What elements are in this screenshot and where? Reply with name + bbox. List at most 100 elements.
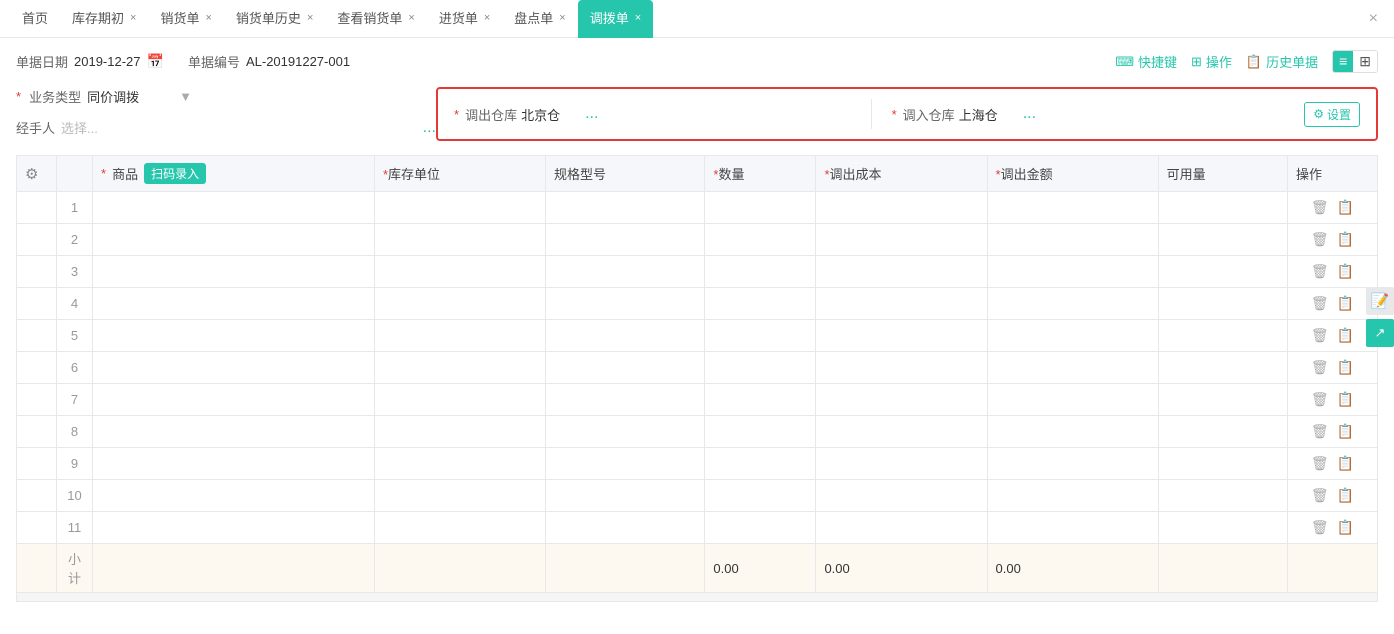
delete-row-7-button[interactable]: 🗑	[1311, 391, 1329, 408]
row-cost-11[interactable]	[816, 512, 987, 544]
copy-row-3-button[interactable]: 📋	[1337, 263, 1354, 280]
row-quantity-10[interactable]	[705, 480, 816, 512]
copy-row-7-button[interactable]: 📋	[1337, 391, 1354, 408]
operate-action[interactable]: ⊞ 操作	[1191, 52, 1232, 71]
row-amount-1[interactable]	[987, 192, 1158, 224]
row-cost-1[interactable]	[816, 192, 987, 224]
row-product-4[interactable]	[93, 288, 375, 320]
row-unit-6[interactable]	[374, 352, 545, 384]
tab-close-sales-history[interactable]: ×	[307, 12, 313, 24]
tab-inventory-count[interactable]: 盘点单 ×	[502, 0, 577, 38]
delete-row-9-button[interactable]: 🗑	[1311, 455, 1329, 472]
business-type-dropdown-icon[interactable]: ▼	[179, 89, 192, 104]
tab-purchase[interactable]: 进货单 ×	[427, 0, 502, 38]
row-amount-10[interactable]	[987, 480, 1158, 512]
tab-close-transfer[interactable]: ×	[635, 12, 641, 24]
copy-row-11-button[interactable]: 📋	[1337, 519, 1354, 536]
delete-row-4-button[interactable]: 🗑	[1311, 295, 1329, 312]
row-spec-3[interactable]	[546, 256, 705, 288]
row-quantity-4[interactable]	[705, 288, 816, 320]
row-spec-5[interactable]	[546, 320, 705, 352]
row-spec-1[interactable]	[546, 192, 705, 224]
tab-close-inventory-init[interactable]: ×	[130, 12, 136, 24]
copy-row-10-button[interactable]: 📋	[1337, 487, 1354, 504]
row-amount-8[interactable]	[987, 416, 1158, 448]
row-quantity-1[interactable]	[705, 192, 816, 224]
row-amount-7[interactable]	[987, 384, 1158, 416]
tab-home[interactable]: 首页	[10, 0, 60, 38]
delete-row-10-button[interactable]: 🗑	[1311, 487, 1329, 504]
tab-sales-order[interactable]: 销货单 ×	[148, 0, 223, 38]
delete-row-8-button[interactable]: 🗑	[1311, 423, 1329, 440]
row-quantity-5[interactable]	[705, 320, 816, 352]
copy-row-2-button[interactable]: 📋	[1337, 231, 1354, 248]
handler-more-icon[interactable]: ...	[423, 119, 436, 137]
list-view-button[interactable]: ≡	[1333, 51, 1353, 72]
settings-button[interactable]: ⚙ 设置	[1304, 102, 1360, 127]
row-spec-6[interactable]	[546, 352, 705, 384]
row-spec-9[interactable]	[546, 448, 705, 480]
row-cost-8[interactable]	[816, 416, 987, 448]
tab-close-purchase[interactable]: ×	[484, 12, 490, 24]
row-quantity-6[interactable]	[705, 352, 816, 384]
row-cost-5[interactable]	[816, 320, 987, 352]
tab-inventory-init[interactable]: 库存期初 ×	[60, 0, 148, 38]
row-unit-2[interactable]	[374, 224, 545, 256]
copy-row-4-button[interactable]: 📋	[1337, 295, 1354, 312]
row-product-2[interactable]	[93, 224, 375, 256]
row-product-7[interactable]	[93, 384, 375, 416]
row-quantity-3[interactable]	[705, 256, 816, 288]
delete-row-2-button[interactable]: 🗑	[1311, 231, 1329, 248]
row-spec-2[interactable]	[546, 224, 705, 256]
row-quantity-8[interactable]	[705, 416, 816, 448]
row-quantity-2[interactable]	[705, 224, 816, 256]
row-amount-9[interactable]	[987, 448, 1158, 480]
row-spec-8[interactable]	[546, 416, 705, 448]
row-amount-3[interactable]	[987, 256, 1158, 288]
row-cost-6[interactable]	[816, 352, 987, 384]
tab-sales-history[interactable]: 销货单历史 ×	[224, 0, 325, 38]
copy-row-5-button[interactable]: 📋	[1337, 327, 1354, 344]
tab-close-inventory-count[interactable]: ×	[559, 12, 565, 24]
global-close-button[interactable]: ×	[1363, 10, 1384, 28]
grid-view-button[interactable]: ⊞	[1353, 51, 1377, 72]
row-unit-7[interactable]	[374, 384, 545, 416]
row-spec-7[interactable]	[546, 384, 705, 416]
row-quantity-9[interactable]	[705, 448, 816, 480]
tab-view-sales[interactable]: 查看销货单 ×	[325, 0, 426, 38]
row-cost-10[interactable]	[816, 480, 987, 512]
row-product-8[interactable]	[93, 416, 375, 448]
row-quantity-11[interactable]	[705, 512, 816, 544]
transfer-out-more-button[interactable]: ...	[585, 105, 598, 123]
row-amount-11[interactable]	[987, 512, 1158, 544]
row-unit-11[interactable]	[374, 512, 545, 544]
row-amount-5[interactable]	[987, 320, 1158, 352]
row-product-11[interactable]	[93, 512, 375, 544]
scan-input-button[interactable]: 扫码录入	[144, 163, 206, 184]
tab-close-sales-order[interactable]: ×	[205, 12, 211, 24]
row-amount-2[interactable]	[987, 224, 1158, 256]
row-cost-2[interactable]	[816, 224, 987, 256]
row-product-6[interactable]	[93, 352, 375, 384]
delete-row-1-button[interactable]: 🗑	[1311, 199, 1329, 216]
row-unit-10[interactable]	[374, 480, 545, 512]
row-unit-3[interactable]	[374, 256, 545, 288]
row-spec-4[interactable]	[546, 288, 705, 320]
row-product-10[interactable]	[93, 480, 375, 512]
delete-row-6-button[interactable]: 🗑	[1311, 359, 1329, 376]
row-quantity-7[interactable]	[705, 384, 816, 416]
row-product-1[interactable]	[93, 192, 375, 224]
tab-close-view-sales[interactable]: ×	[408, 12, 414, 24]
handler-placeholder[interactable]: 选择...	[61, 118, 141, 137]
delete-row-5-button[interactable]: 🗑	[1311, 327, 1329, 344]
row-spec-10[interactable]	[546, 480, 705, 512]
row-cost-9[interactable]	[816, 448, 987, 480]
row-unit-5[interactable]	[374, 320, 545, 352]
row-unit-9[interactable]	[374, 448, 545, 480]
shortcut-action[interactable]: ⌨ 快捷键	[1115, 52, 1177, 71]
history-action[interactable]: 📋 历史单据	[1246, 52, 1318, 71]
calendar-icon[interactable]: 📅	[147, 53, 164, 70]
delete-row-11-button[interactable]: 🗑	[1311, 519, 1329, 536]
row-amount-4[interactable]	[987, 288, 1158, 320]
copy-row-8-button[interactable]: 📋	[1337, 423, 1354, 440]
